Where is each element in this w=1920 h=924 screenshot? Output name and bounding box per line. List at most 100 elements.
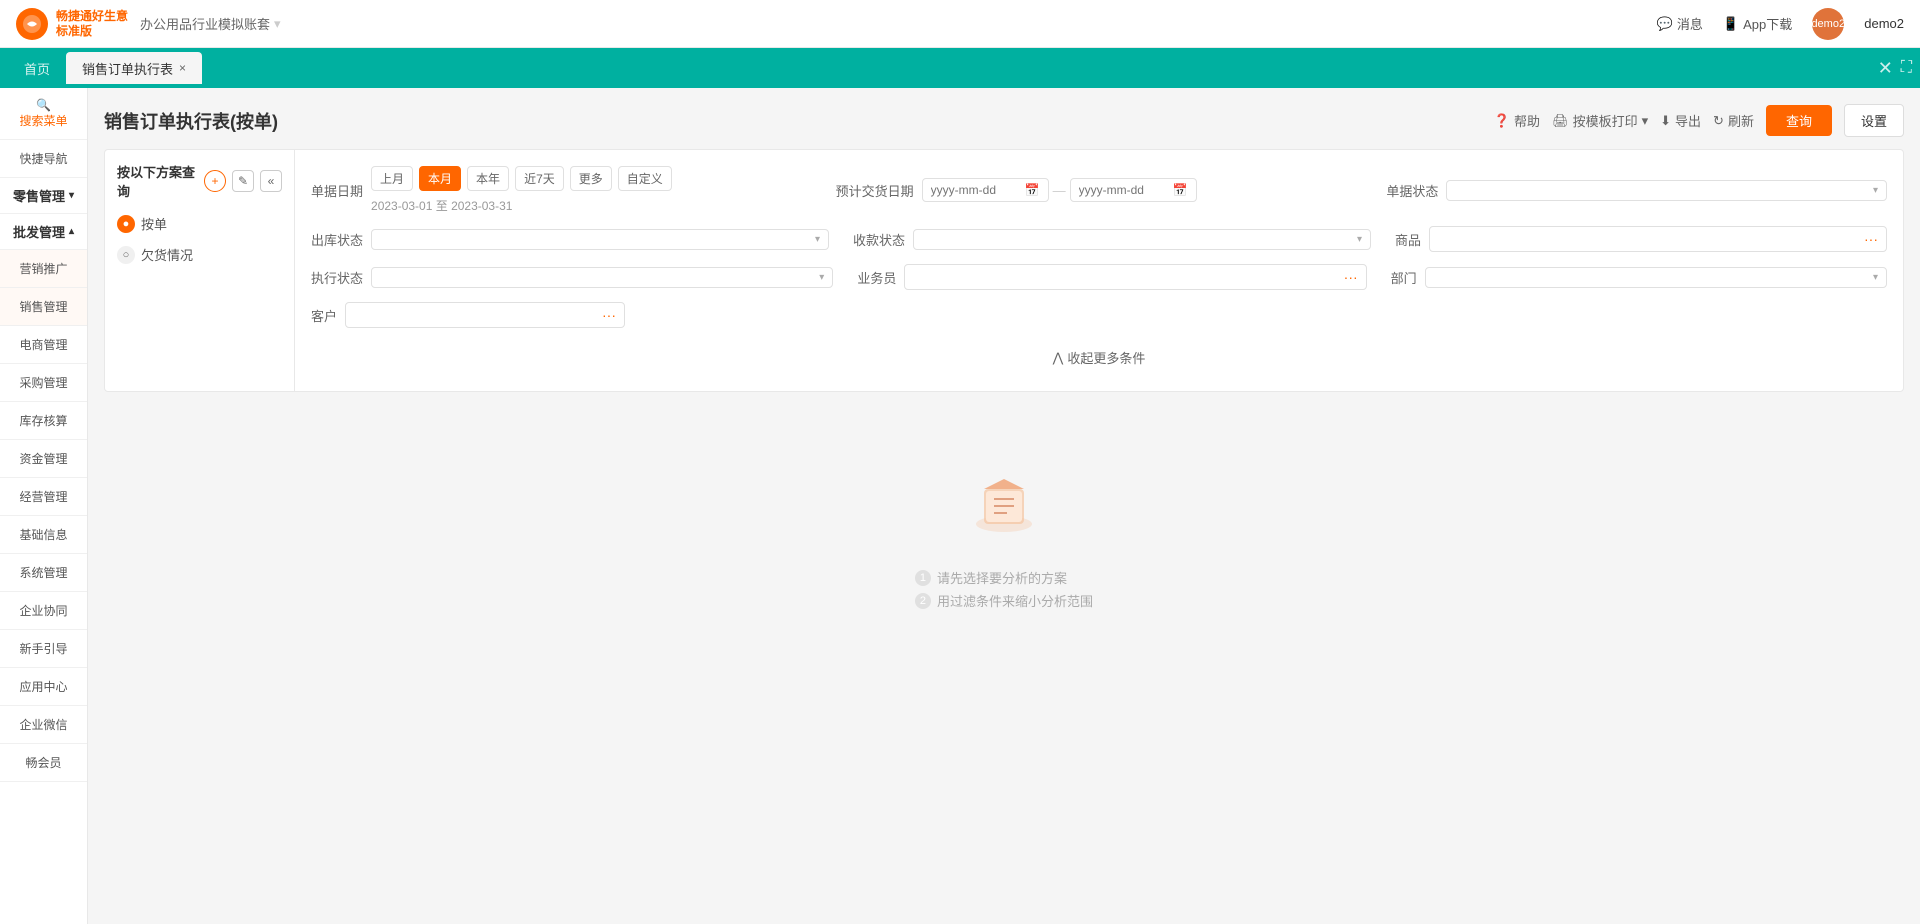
dept-select[interactable]: ▾: [1425, 267, 1887, 288]
sidebar-item-enterprise[interactable]: 企业协同: [0, 592, 87, 630]
top-header: 畅捷通好生意 标准版 办公用品行业模拟账套 ▾ 💬 消息 📱 App下载 dem…: [0, 0, 1920, 48]
sidebar-item-marketing[interactable]: 营销推广: [0, 250, 87, 288]
tab-close-window-icon[interactable]: ✕: [1878, 58, 1893, 79]
sidebar-item-ecommerce[interactable]: 电商管理: [0, 326, 87, 364]
sidebar-item-apps[interactable]: 应用中心: [0, 668, 87, 706]
calendar-icon-start: 📅: [1025, 183, 1040, 197]
sidebar-search[interactable]: 🔍 搜索菜单: [0, 88, 87, 140]
avatar[interactable]: demo2: [1812, 8, 1844, 40]
filter-row-2: 出库状态 ▾ 收款状态 ▾ 商品 ···: [311, 226, 1887, 252]
print-icon: 🖨: [1552, 113, 1569, 129]
sidebar-item-basic-info[interactable]: 基础信息: [0, 516, 87, 554]
settings-btn[interactable]: 设置: [1844, 104, 1904, 137]
filter-row-4: 客户 ···: [311, 302, 1887, 328]
expected-date-end[interactable]: 📅: [1070, 178, 1197, 202]
main-content: 销售订单执行表(按单) ❓ 帮助 🖨 按模板打印 ▾ ⬇ 导出: [88, 88, 1920, 924]
sidebar-item-finance[interactable]: 资金管理: [0, 440, 87, 478]
receipt-status-arrow-icon: ▾: [1357, 234, 1362, 245]
page-actions: ❓ 帮助 🖨 按模板打印 ▾ ⬇ 导出 ↻ 刷新: [1494, 104, 1904, 137]
sidebar-item-wholesale[interactable]: 批发管理 ▴: [0, 214, 87, 250]
tab-bar: 首页 销售订单执行表 × ✕ ⛶: [0, 48, 1920, 88]
collapse-up-icon: ⋀: [1053, 350, 1064, 366]
out-status-select[interactable]: ▾: [371, 229, 829, 250]
messages-btn[interactable]: 💬 消息: [1657, 14, 1703, 33]
empty-tip-2: 用过滤条件来缩小分析范围: [915, 591, 1093, 610]
date-btn-lastmonth[interactable]: 上月: [371, 166, 413, 191]
tab-bar-right: ✕ ⛶: [1878, 58, 1920, 79]
sidebar-item-system[interactable]: 系统管理: [0, 554, 87, 592]
tab-maximize-icon[interactable]: ⛶: [1901, 59, 1912, 77]
plan-item-order[interactable]: ● 按单: [105, 208, 294, 239]
plan-icons: + ✎ «: [204, 170, 282, 192]
plan-item-backorder[interactable]: ○ 欠货情况: [105, 239, 294, 270]
plan-edit-btn[interactable]: ✎: [232, 170, 254, 192]
date-btn-custom[interactable]: 自定义: [618, 166, 672, 191]
sidebar-quick-nav[interactable]: 快捷导航: [0, 140, 87, 178]
date-btn-thisyear[interactable]: 本年: [467, 166, 509, 191]
wholesale-expand-icon: ▴: [69, 226, 74, 237]
help-btn[interactable]: ❓ 帮助: [1494, 111, 1540, 130]
logo-text: 畅捷通好生意 标准版: [56, 9, 128, 38]
exec-status-label: 执行状态: [311, 268, 363, 287]
print-expand-icon: ▾: [1642, 113, 1649, 129]
salesperson-label: 业务员: [841, 268, 896, 287]
expected-date-start-input[interactable]: [931, 183, 1021, 197]
tab-home[interactable]: 首页: [8, 52, 66, 84]
empty-illustration: [964, 464, 1044, 544]
product-label: 商品: [1379, 230, 1421, 249]
sidebar-item-retail[interactable]: 零售管理 ▾: [0, 178, 87, 214]
app-download-btn[interactable]: 📱 App下载: [1723, 14, 1792, 33]
product-select[interactable]: ···: [1429, 226, 1887, 252]
sidebar-item-sales[interactable]: 销售管理: [0, 288, 87, 326]
tab-close-icon[interactable]: ×: [179, 61, 186, 75]
calendar-icon-end: 📅: [1173, 183, 1188, 197]
salesperson-select[interactable]: ···: [904, 264, 1366, 290]
plan-add-btn[interactable]: +: [204, 170, 226, 192]
date-label: 单据日期: [311, 181, 363, 200]
plan-collapse-btn[interactable]: «: [260, 170, 282, 192]
filter-row-1: 单据日期 上月 本月 本年 近7天 更多 自定义 2023-03-01 至 20…: [311, 166, 1887, 214]
receipt-status-select[interactable]: ▾: [913, 229, 1371, 250]
content-inner: 销售订单执行表(按单) ❓ 帮助 🖨 按模板打印 ▾ ⬇ 导出: [88, 88, 1920, 690]
breadcrumb: 办公用品行业模拟账套 ▾: [140, 14, 281, 33]
sidebar-item-purchase[interactable]: 采购管理: [0, 364, 87, 402]
date-btn-7days[interactable]: 近7天: [515, 166, 564, 191]
plan-item-order-icon: ●: [117, 215, 135, 233]
tab-active[interactable]: 销售订单执行表 ×: [66, 52, 202, 84]
expected-date-end-input[interactable]: [1079, 183, 1169, 197]
sidebar-item-member[interactable]: 畅会员: [0, 744, 87, 782]
help-icon: ❓: [1494, 113, 1510, 129]
receipt-status-label: 收款状态: [837, 230, 905, 249]
collapse-btn[interactable]: ⋀ 收起更多条件: [311, 340, 1887, 375]
print-btn[interactable]: 🖨 按模板打印 ▾: [1552, 111, 1648, 130]
empty-tips: 请先选择要分析的方案 用过滤条件来缩小分析范围: [915, 564, 1093, 614]
exec-status-select[interactable]: ▾: [371, 267, 833, 288]
sidebar-item-inventory[interactable]: 库存核算: [0, 402, 87, 440]
breadcrumb-arrow-icon: ▾: [274, 16, 281, 32]
page-title: 销售订单执行表(按单): [104, 108, 278, 134]
date-btn-more[interactable]: 更多: [570, 166, 612, 191]
doc-status-arrow-icon: ▾: [1873, 185, 1878, 196]
empty-state: 请先选择要分析的方案 用过滤条件来缩小分析范围: [104, 404, 1904, 674]
sidebar-item-newbie[interactable]: 新手引导: [0, 630, 87, 668]
search-icon: 🔍: [36, 98, 51, 112]
main-body: 🔍 搜索菜单 快捷导航 零售管理 ▾ 批发管理 ▴ 营销推广 销售管理 电商管理…: [0, 88, 1920, 924]
salesperson-dots-icon[interactable]: ···: [1344, 269, 1358, 285]
customer-select[interactable]: ···: [345, 302, 625, 328]
plan-label: 按以下方案查询: [117, 162, 204, 200]
expected-date-start[interactable]: 📅: [922, 178, 1049, 202]
refresh-btn[interactable]: ↻ 刷新: [1713, 111, 1754, 130]
expected-date-label: 预计交货日期: [820, 181, 914, 200]
sidebar-item-wechat[interactable]: 企业微信: [0, 706, 87, 744]
search-btn[interactable]: 查询: [1766, 105, 1832, 136]
filter-row-3: 执行状态 ▾ 业务员 ··· 部门 ▾: [311, 264, 1887, 290]
customer-dots-icon[interactable]: ···: [602, 307, 616, 323]
logo-icon: [16, 8, 48, 40]
header-left: 畅捷通好生意 标准版 办公用品行业模拟账套 ▾: [16, 8, 281, 40]
doc-status-select[interactable]: ▾: [1446, 180, 1887, 201]
logo-area: 畅捷通好生意 标准版: [16, 8, 128, 40]
export-btn[interactable]: ⬇ 导出: [1660, 111, 1701, 130]
date-btn-thismonth[interactable]: 本月: [419, 166, 461, 191]
product-dots-icon[interactable]: ···: [1864, 231, 1878, 247]
sidebar-item-operations[interactable]: 经营管理: [0, 478, 87, 516]
